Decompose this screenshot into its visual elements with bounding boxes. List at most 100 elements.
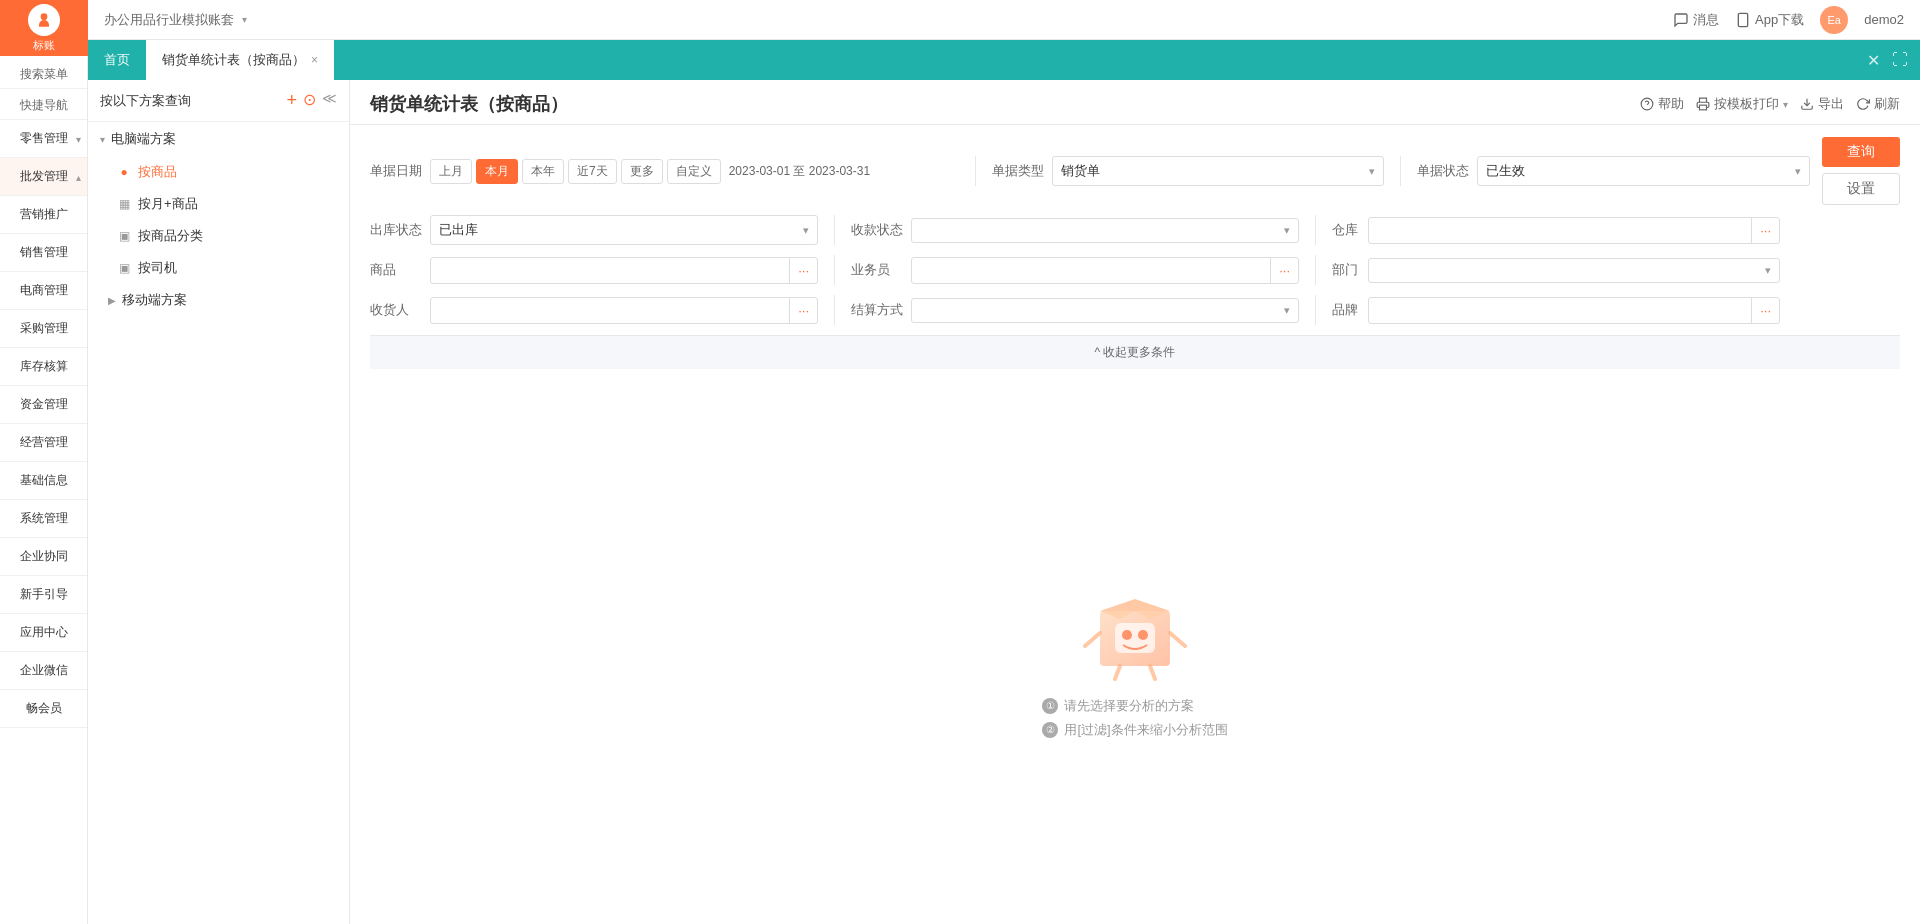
sidebar-item-label: 企业微信 bbox=[0, 662, 87, 679]
divider-7 bbox=[834, 295, 835, 325]
sidebar-item-vip[interactable]: 畅会员 bbox=[0, 690, 87, 728]
help-button[interactable]: 帮助 bbox=[1640, 95, 1684, 113]
sidebar-item-label: 新手引导 bbox=[0, 586, 87, 603]
doctype-value: 销货单 bbox=[1061, 162, 1100, 180]
scheme-icon: ▦ bbox=[116, 196, 132, 212]
svg-line-14 bbox=[1150, 666, 1155, 679]
date-more-btn[interactable]: 更多 bbox=[621, 159, 663, 184]
tree-item-by-driver[interactable]: ▣ 按司机 bbox=[88, 252, 349, 284]
tree-item-label: 按月+商品 bbox=[138, 195, 198, 213]
sidebar-item-ecommerce[interactable]: 电商管理 bbox=[0, 272, 87, 310]
refresh-button[interactable]: 刷新 bbox=[1856, 95, 1900, 113]
tree-item-by-goods[interactable]: ● 按商品 bbox=[88, 156, 349, 188]
query-button[interactable]: 查询 bbox=[1822, 137, 1900, 167]
print-button[interactable]: 按模板打印 ▾ bbox=[1696, 95, 1788, 113]
tree-item-by-month-goods[interactable]: ▦ 按月+商品 bbox=[88, 188, 349, 220]
docstatus-select[interactable]: 已生效 ▾ bbox=[1477, 156, 1810, 186]
scheme-collapse-icon[interactable]: ≪ bbox=[322, 90, 337, 111]
user-avatar[interactable]: Ea bbox=[1820, 6, 1848, 34]
date-this-year-btn[interactable]: 本年 bbox=[522, 159, 564, 184]
dept-select[interactable]: ▾ bbox=[1368, 258, 1780, 283]
sidebar-item-operation[interactable]: 经营管理 bbox=[0, 424, 87, 462]
filter-field-salesperson: 业务员 ··· bbox=[851, 257, 1299, 284]
filter-field-collectstatus: 收款状态 ▾ bbox=[851, 218, 1299, 243]
export-button[interactable]: 导出 bbox=[1800, 95, 1844, 113]
tab-home[interactable]: 首页 bbox=[88, 40, 146, 80]
message-label: 消息 bbox=[1693, 11, 1719, 29]
doctype-label: 单据类型 bbox=[992, 162, 1052, 180]
svg-line-12 bbox=[1170, 633, 1185, 646]
chevron-down-icon: ▾ bbox=[76, 133, 81, 144]
scheme-panel: 按以下方案查询 + ⊙ ≪ ▾ 电脑端方案 ● 按商品 ▦ bbox=[88, 80, 350, 924]
date-this-month-btn[interactable]: 本月 bbox=[476, 159, 518, 184]
tree-item-by-category[interactable]: ▣ 按商品分类 bbox=[88, 220, 349, 252]
sidebar-item-wholesale[interactable]: 批发管理 ▴ bbox=[0, 158, 87, 196]
tab-close-icon[interactable]: × bbox=[311, 53, 318, 67]
sidebar-item-retail[interactable]: 零售管理 ▾ bbox=[0, 120, 87, 158]
brand-select[interactable]: ··· bbox=[1368, 297, 1780, 324]
salesperson-dots-icon[interactable]: ··· bbox=[1270, 258, 1298, 283]
date-custom-btn[interactable]: 自定义 bbox=[667, 159, 721, 184]
docstatus-value: 已生效 bbox=[1486, 162, 1525, 180]
date-range-display: 2023-03-01 至 2023-03-31 bbox=[729, 163, 870, 180]
sidebar-item-sales[interactable]: 销售管理 bbox=[0, 234, 87, 272]
receiver-dots-icon[interactable]: ··· bbox=[789, 298, 817, 323]
warehouse-label: 仓库 bbox=[1332, 221, 1368, 239]
app-logo: 标账 bbox=[0, 0, 88, 56]
logo-text: 标账 bbox=[33, 38, 55, 53]
message-btn[interactable]: 消息 bbox=[1673, 11, 1719, 29]
filter-btn-group: 查询 设置 bbox=[1810, 137, 1900, 205]
app-download-btn[interactable]: App下载 bbox=[1735, 11, 1804, 29]
receiver-select[interactable]: ··· bbox=[430, 297, 818, 324]
tab-expand-icon[interactable]: ⛶ bbox=[1888, 51, 1912, 70]
sidebar-search-item[interactable]: 搜索菜单 bbox=[0, 56, 87, 89]
tab-expand-area: ✕ ⛶ bbox=[1863, 51, 1920, 70]
sidebar-item-appcenter[interactable]: 应用中心 bbox=[0, 614, 87, 652]
collectstatus-select[interactable]: ▾ bbox=[911, 218, 1299, 243]
scheme-edit-icon[interactable]: ⊙ bbox=[303, 90, 316, 111]
outstatus-select[interactable]: 已出库 ▾ bbox=[430, 215, 818, 245]
filter-field-docstatus: 单据状态 已生效 ▾ bbox=[1417, 156, 1810, 186]
sidebar-item-inventory[interactable]: 库存核算 bbox=[0, 348, 87, 386]
setting-button[interactable]: 设置 bbox=[1822, 173, 1900, 205]
sidebar-item-marketing[interactable]: 营销推广 bbox=[0, 196, 87, 234]
empty-state: ① 请先选择要分析的方案 ② 用[过滤]条件来缩小分析范围 bbox=[350, 381, 1920, 924]
scheme-icon: ▣ bbox=[116, 260, 132, 276]
print-dropdown-icon[interactable]: ▾ bbox=[1783, 99, 1788, 110]
dept-label: 部门 bbox=[1332, 261, 1368, 279]
sidebar-item-enterprise[interactable]: 企业协同 bbox=[0, 538, 87, 576]
salesperson-select[interactable]: ··· bbox=[911, 257, 1299, 284]
warehouse-dots-icon[interactable]: ··· bbox=[1751, 218, 1779, 243]
tree-group-mobile-header[interactable]: ▶ 移动端方案 bbox=[88, 284, 349, 316]
sidebar-item-label: 零售管理 bbox=[0, 130, 87, 147]
sidebar-item-newuser[interactable]: 新手引导 bbox=[0, 576, 87, 614]
outstatus-arrow-icon: ▾ bbox=[803, 224, 809, 237]
warehouse-select[interactable]: ··· bbox=[1368, 217, 1780, 244]
collapse-more-conditions-btn[interactable]: ^ 收起更多条件 bbox=[370, 335, 1900, 369]
sidebar-item-finance[interactable]: 资金管理 bbox=[0, 386, 87, 424]
filter-field-receiver: 收货人 ··· bbox=[370, 297, 818, 324]
sidebar-item-wechat[interactable]: 企业微信 bbox=[0, 652, 87, 690]
goods-dots-icon[interactable]: ··· bbox=[789, 258, 817, 283]
tree-item-label: 按司机 bbox=[138, 259, 177, 277]
tree-group-pc-header[interactable]: ▾ 电脑端方案 bbox=[88, 122, 349, 156]
scheme-add-icon[interactable]: + bbox=[286, 90, 297, 111]
tab-sales-stat[interactable]: 销货单统计表（按商品） × bbox=[146, 40, 334, 80]
date-last-month-btn[interactable]: 上月 bbox=[430, 159, 472, 184]
goods-select[interactable]: ··· bbox=[430, 257, 818, 284]
sidebar-item-purchase[interactable]: 采购管理 bbox=[0, 310, 87, 348]
date-last7-btn[interactable]: 近7天 bbox=[568, 159, 617, 184]
tab-bar: 首页 销货单统计表（按商品） × ✕ ⛶ bbox=[88, 40, 1920, 80]
goods-value bbox=[431, 265, 789, 275]
settle-select[interactable]: ▾ bbox=[911, 298, 1299, 323]
doctype-select[interactable]: 销货单 ▾ bbox=[1052, 156, 1385, 186]
tab-close-window-icon[interactable]: ✕ bbox=[1863, 51, 1884, 70]
industry-dropdown-icon[interactable]: ▾ bbox=[242, 14, 247, 25]
brand-dots-icon[interactable]: ··· bbox=[1751, 298, 1779, 323]
sidebar-item-basic[interactable]: 基础信息 bbox=[0, 462, 87, 500]
sidebar-quicknav-item[interactable]: 快捷导航 bbox=[0, 89, 87, 120]
export-label: 导出 bbox=[1818, 95, 1844, 113]
sidebar-item-system[interactable]: 系统管理 bbox=[0, 500, 87, 538]
tree-expand-icon: ▾ bbox=[100, 134, 105, 145]
sidebar-item-label: 经营管理 bbox=[0, 434, 87, 451]
